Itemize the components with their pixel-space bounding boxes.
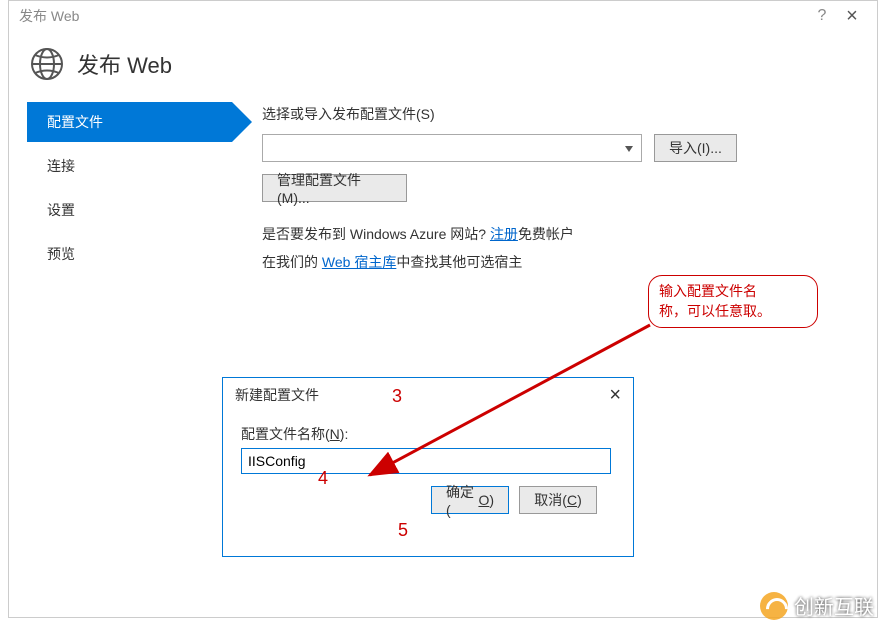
profile-name-label: 配置文件名称(N): — [241, 424, 615, 444]
header: 发布 Web — [9, 31, 877, 102]
dialog-title: 新建配置文件 — [235, 385, 319, 405]
annotation-5: 5 — [398, 520, 408, 541]
window-title: 发布 Web — [19, 6, 79, 26]
sidebar-item-label: 连接 — [47, 156, 75, 176]
sidebar-item-label: 配置文件 — [47, 112, 103, 132]
sidebar-item-connection[interactable]: 连接 — [27, 146, 232, 186]
host-text: 在我们的 Web 宿主库中查找其他可选宿主 — [262, 252, 877, 272]
azure-register-link[interactable]: 注册 — [490, 226, 518, 242]
import-button[interactable]: 导入(I)... — [654, 134, 737, 162]
titlebar: 发布 Web ? × — [9, 1, 877, 31]
main-panel: 选择或导入发布配置文件(S) 导入(I)... 管理配置文件(M)... 是否要… — [232, 102, 877, 278]
watermark-text: 创新互联 — [794, 591, 874, 620]
web-host-link[interactable]: Web 宿主库 — [322, 254, 396, 270]
dialog-close-icon[interactable]: × — [609, 387, 621, 403]
page-title: 发布 Web — [77, 48, 172, 80]
dialog-titlebar: 新建配置文件 × — [223, 378, 633, 412]
sidebar-item-preview[interactable]: 预览 — [27, 234, 232, 274]
sidebar-item-settings[interactable]: 设置 — [27, 190, 232, 230]
annotation-4: 4 — [318, 468, 328, 489]
profile-name-input[interactable] — [241, 448, 611, 474]
sidebar-item-profile[interactable]: 配置文件 — [27, 102, 232, 142]
ok-button[interactable]: 确定(O) — [431, 486, 509, 514]
profile-select-label: 选择或导入发布配置文件(S) — [262, 104, 877, 124]
sidebar-item-label: 预览 — [47, 244, 75, 264]
profile-dropdown[interactable] — [262, 134, 642, 162]
annotation-callout: 输入配置文件名 称，可以任意取。 — [648, 275, 818, 328]
manage-profiles-button[interactable]: 管理配置文件(M)... — [262, 174, 407, 202]
sidebar-item-label: 设置 — [47, 200, 75, 220]
watermark: 创新互联 — [760, 591, 874, 620]
sidebar: 配置文件 连接 设置 预览 — [27, 102, 232, 278]
globe-icon — [29, 46, 65, 82]
cancel-button[interactable]: 取消(C) — [519, 486, 597, 514]
close-icon[interactable]: × — [837, 6, 867, 26]
watermark-icon — [760, 592, 788, 620]
azure-text: 是否要发布到 Windows Azure 网站? 注册免费帐户 — [262, 224, 877, 244]
new-profile-dialog: 新建配置文件 × 配置文件名称(N): 确定(O) 取消(C) — [222, 377, 634, 557]
help-icon[interactable]: ? — [807, 7, 837, 25]
annotation-3: 3 — [392, 386, 402, 407]
